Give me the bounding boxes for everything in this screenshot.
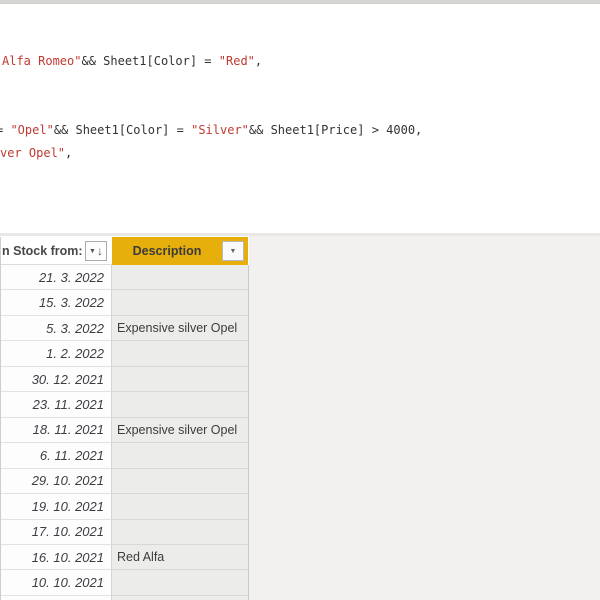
cell-description[interactable] (112, 570, 249, 596)
table-row: 21. 3. 2022 (0, 265, 249, 291)
table-row: 16. 10. 2021 Red Alfa (0, 544, 249, 571)
cell-in-stock-from[interactable]: 10. 10. 2021 (0, 570, 112, 596)
dax-string-literal: ver Opel" (0, 146, 66, 160)
table-row: 17. 10. 2021 (0, 519, 249, 545)
cell-in-stock-from[interactable]: 21. 3. 2022 (0, 265, 112, 291)
cell-in-stock-from[interactable]: 17. 10. 2021 (0, 519, 112, 545)
dax-string-literal: "Opel" (10, 123, 54, 137)
cell-description[interactable] (112, 443, 249, 469)
sort-descending-icon[interactable]: ▼ ↓ (85, 241, 107, 261)
sort-arrow-glyph: ↓ (96, 244, 103, 258)
cell-description[interactable] (112, 392, 249, 418)
table-row: 10. 10. 2021 (0, 570, 249, 596)
column-header-description[interactable]: Description ▼ (112, 237, 248, 265)
data-table: n Stock from: ▼ ↓ Description ▼ 21. 3. 2… (0, 237, 249, 600)
cell-description[interactable] (112, 341, 249, 367)
column-dropdown-button[interactable]: ▼ (222, 241, 244, 261)
dax-code-line: Alfa Romeo"&& Sheet1[Color] = "Red", (2, 53, 262, 70)
cell-in-stock-from[interactable] (0, 595, 112, 600)
table-left-border (0, 237, 1, 600)
cell-description[interactable]: Expensive silver Opel (112, 417, 249, 444)
cell-description[interactable] (112, 519, 249, 545)
dax-code-text: && Sheet1[Price] > 4000, (248, 123, 423, 137)
window-top-strip (0, 0, 600, 4)
data-view-empty-canvas (249, 236, 600, 600)
cell-in-stock-from[interactable]: 16. 10. 2021 (0, 544, 112, 571)
dax-code-text: , (254, 54, 263, 68)
table-row (0, 595, 249, 600)
dax-string-literal: "Silver" (191, 123, 249, 137)
table-row: 29. 10. 2021 (0, 468, 249, 495)
cell-description[interactable] (112, 265, 249, 291)
cell-in-stock-from[interactable]: 29. 10. 2021 (0, 468, 112, 495)
cell-in-stock-from[interactable]: 1. 2. 2022 (0, 341, 112, 367)
table-row: 30. 12. 2021 (0, 366, 249, 393)
dax-code-text: = (0, 123, 10, 137)
table-row: 23. 11. 2021 (0, 392, 249, 418)
sort-triangle-glyph: ▼ (89, 247, 96, 255)
table-row: 5. 3. 2022 Expensive silver Opel (0, 315, 249, 342)
cell-in-stock-from[interactable]: 23. 11. 2021 (0, 392, 112, 418)
table-header-row: n Stock from: ▼ ↓ Description ▼ (0, 237, 249, 265)
dax-code-text: && Sheet1[Color] = (53, 123, 192, 137)
column-header-label: n Stock from: (2, 244, 83, 258)
cell-in-stock-from[interactable]: 18. 11. 2021 (0, 417, 112, 444)
cell-description[interactable] (112, 595, 249, 600)
dax-code-line: ver Opel", (0, 145, 72, 162)
dax-code-line: = "Opel"&& Sheet1[Color] = "Silver"&& Sh… (0, 122, 422, 139)
dax-code-text: , (65, 146, 73, 160)
dax-string-literal: Alfa Romeo" (2, 54, 82, 68)
cell-description[interactable] (112, 366, 249, 393)
table-row: 1. 2. 2022 (0, 341, 249, 367)
dax-string-literal: "Red" (218, 54, 255, 68)
table-row: 18. 11. 2021 Expensive silver Opel (0, 417, 249, 444)
table-row: 15. 3. 2022 (0, 290, 249, 316)
cell-description[interactable] (112, 468, 249, 495)
dax-code-text: && Sheet1[Color] = (81, 54, 219, 68)
table-row: 6. 11. 2021 (0, 443, 249, 469)
table-row: 19. 10. 2021 (0, 494, 249, 520)
column-header-label: Description (132, 244, 202, 258)
cell-in-stock-from[interactable]: 6. 11. 2021 (0, 443, 112, 469)
cell-in-stock-from[interactable]: 15. 3. 2022 (0, 290, 112, 316)
cell-in-stock-from[interactable]: 30. 12. 2021 (0, 366, 112, 393)
cell-description[interactable] (112, 494, 249, 520)
dax-formula-editor[interactable]: Alfa Romeo"&& Sheet1[Color] = "Red",= "O… (0, 5, 600, 233)
cell-description[interactable]: Red Alfa (112, 544, 249, 571)
table-rows: 21. 3. 2022 15. 3. 2022 5. 3. 2022 Expensiv… (0, 265, 249, 600)
cell-in-stock-from[interactable]: 19. 10. 2021 (0, 494, 112, 520)
cell-description[interactable] (112, 290, 249, 316)
chevron-down-icon: ▼ (229, 247, 237, 255)
column-header-in-stock-from[interactable]: n Stock from: ▼ ↓ (0, 237, 112, 265)
cell-in-stock-from[interactable]: 5. 3. 2022 (0, 315, 112, 342)
cell-description[interactable]: Expensive silver Opel (112, 315, 249, 342)
